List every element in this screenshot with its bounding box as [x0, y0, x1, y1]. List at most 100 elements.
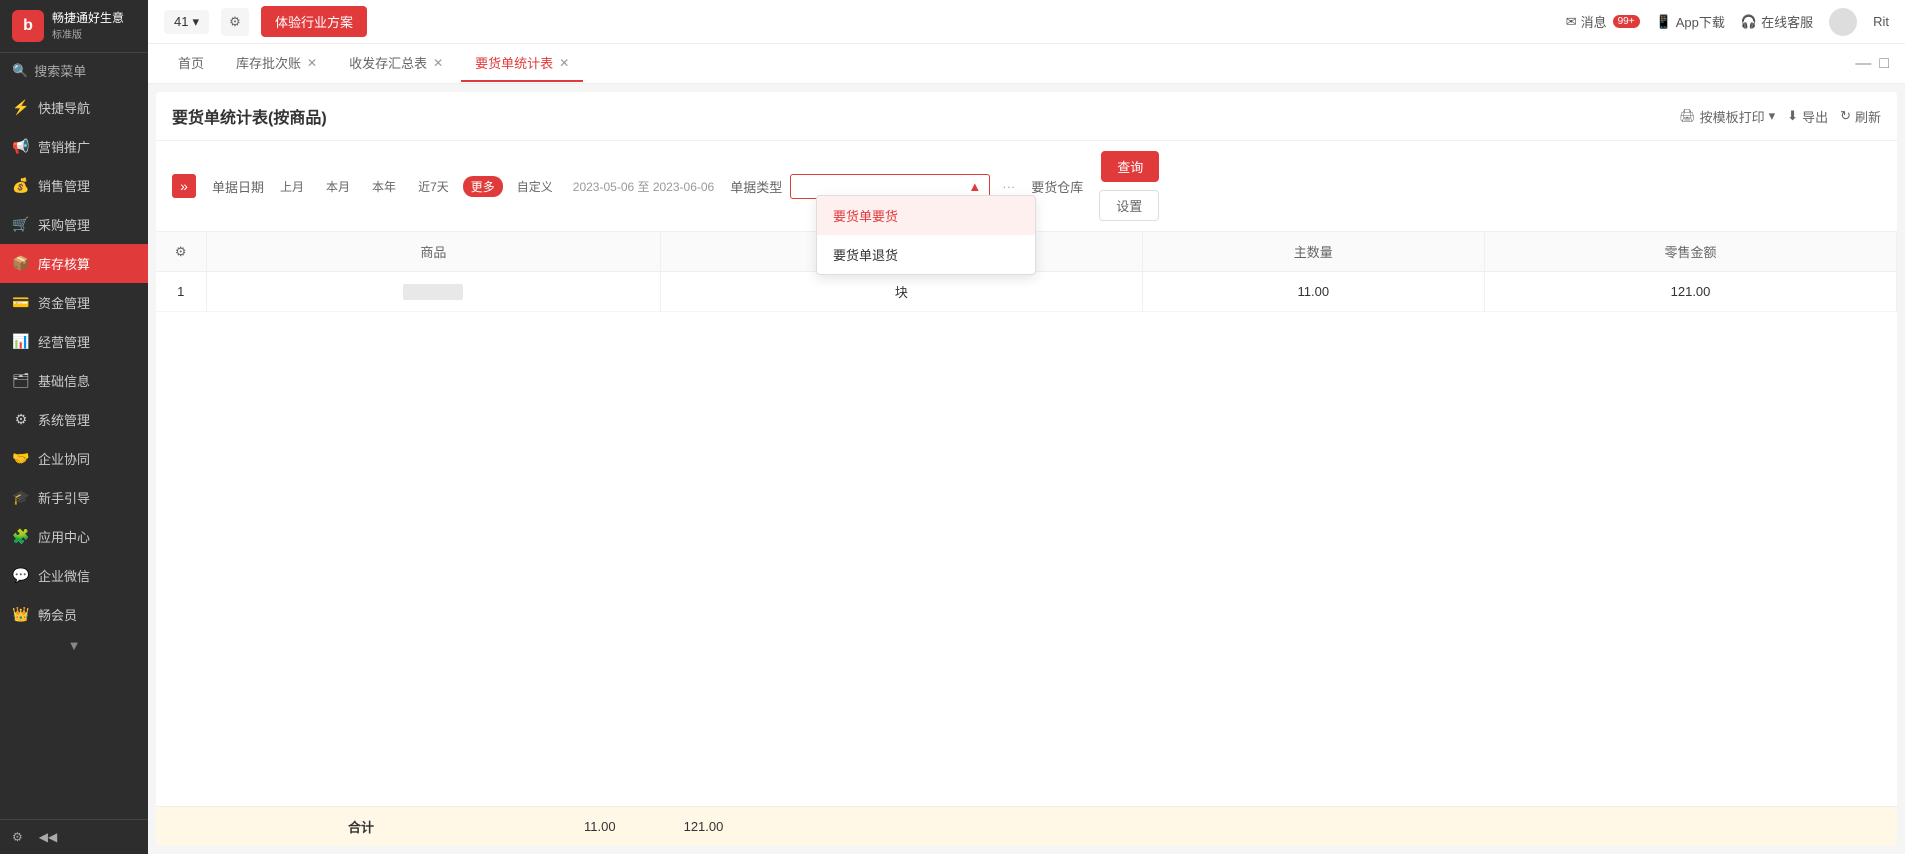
- app-download-item[interactable]: 📱 App下载: [1656, 12, 1725, 31]
- filter-expand-button[interactable]: »: [172, 174, 196, 198]
- system-icon: ⚙: [12, 411, 30, 428]
- warehouse-filter-label: 要货仓库: [1031, 177, 1083, 196]
- sidebar-logo: b 畅捷通好生意 标准版: [0, 0, 148, 53]
- basic-label: 基础信息: [38, 371, 90, 390]
- date-filter-group: 单据日期 上月 本月 本年 近7天 更多 自定义 2023-05-06 至 20…: [212, 175, 714, 198]
- purchase-icon: 🛒: [12, 216, 30, 233]
- footer-retail-amt: 121.00: [684, 819, 724, 834]
- sidebar-item-member[interactable]: 👑 畅会员: [0, 595, 148, 634]
- dropdown-option-order[interactable]: 要货单要货: [817, 196, 1035, 235]
- dropdown-option-return[interactable]: 要货单退货: [817, 235, 1035, 274]
- topbar-right: ✉ 消息 99+ 📱 App下载 🎧 在线客服 Rit: [1566, 8, 1889, 36]
- window-maximize-icon[interactable]: □: [1879, 55, 1889, 73]
- tab-receivable-close[interactable]: ✕: [433, 56, 443, 70]
- finance-icon: 💳: [12, 294, 30, 311]
- query-button[interactable]: 查询: [1101, 151, 1159, 182]
- export-action[interactable]: ⬇ 导出: [1787, 107, 1828, 126]
- messages-icon: ✉: [1566, 14, 1577, 30]
- sidebar-item-system[interactable]: ⚙ 系统管理: [0, 400, 148, 439]
- export-label: 导出: [1802, 107, 1828, 126]
- purchase-label: 采购管理: [38, 215, 90, 234]
- preset-this-year[interactable]: 本年: [364, 175, 404, 198]
- date-presets: 上月 本月 本年 近7天 更多 自定义: [272, 175, 561, 198]
- column-header-product: 商品: [206, 232, 661, 272]
- date-range-display: 2023-05-06 至 2023-06-06: [573, 178, 714, 195]
- tab-home[interactable]: 首页: [164, 45, 218, 82]
- sidebar-item-guide[interactable]: 🎓 新手引导: [0, 478, 148, 517]
- type-dropdown-value: [799, 179, 803, 194]
- sales-icon: 💰: [12, 177, 30, 194]
- member-icon: 👑: [12, 606, 30, 623]
- user-avatar[interactable]: [1829, 8, 1857, 36]
- tab-receivable[interactable]: 收发存汇总表 ✕: [335, 45, 457, 82]
- preset-this-month[interactable]: 本月: [318, 175, 358, 198]
- window-minimize-icon[interactable]: —: [1855, 55, 1871, 73]
- expand-icon: »: [180, 178, 188, 194]
- topbar: 41 ▾ ⚙ 体验行业方案 ✉ 消息 99+ 📱 App下载 🎧 在线客服: [148, 0, 1905, 44]
- product-placeholder: [403, 284, 463, 300]
- tabs-window-actions: — □: [1855, 55, 1889, 73]
- guide-label: 新手引导: [38, 488, 90, 507]
- sidebar-item-wechat[interactable]: 💬 企业微信: [0, 556, 148, 595]
- sidebar-item-inventory[interactable]: 📦 库存核算: [0, 244, 148, 283]
- preset-last-7-days[interactable]: 近7天: [410, 175, 457, 198]
- table-footer: 合计 11.00 121.00: [156, 806, 1897, 846]
- app-logo-icon: b: [12, 10, 44, 42]
- tab-inventory-close[interactable]: ✕: [307, 56, 317, 70]
- brand-name: 畅捷通好生意: [52, 11, 124, 27]
- date-filter-label: 单据日期: [212, 177, 264, 196]
- enterprise-label: 企业协同: [38, 449, 90, 468]
- company-name: 41: [174, 14, 188, 29]
- preset-last-month[interactable]: 上月: [272, 175, 312, 198]
- online-service-item[interactable]: 🎧 在线客服: [1741, 12, 1813, 31]
- company-selector[interactable]: 41 ▾: [164, 10, 209, 34]
- type-filter-label: 单据类型: [730, 177, 782, 196]
- logo-text-block: 畅捷通好生意 标准版: [52, 11, 124, 42]
- preset-more[interactable]: 更多: [463, 176, 503, 197]
- tab-receivable-label: 收发存汇总表: [349, 53, 427, 72]
- tab-home-label: 首页: [178, 53, 204, 72]
- sidebar-settings-icon[interactable]: ⚙: [12, 830, 23, 844]
- operations-icon: 📊: [12, 333, 30, 350]
- sidebar-item-finance[interactable]: 💳 资金管理: [0, 283, 148, 322]
- sidebar-item-appstore[interactable]: 🧩 应用中心: [0, 517, 148, 556]
- gear-icon: ⚙: [229, 14, 241, 30]
- headset-icon: 🎧: [1741, 14, 1757, 30]
- member-label: 畅会员: [38, 605, 77, 624]
- print-action[interactable]: 🖨 按模板打印 ▾: [1679, 107, 1775, 126]
- edition-label: 标准版: [52, 26, 124, 41]
- sidebar-scroll-down[interactable]: ▼: [0, 634, 148, 657]
- sidebar-item-purchase[interactable]: 🛒 采购管理: [0, 205, 148, 244]
- preset-custom[interactable]: 自定义: [509, 175, 561, 198]
- topbar-left: 41 ▾ ⚙ 体验行业方案: [164, 6, 367, 37]
- type-dropdown-popup: 要货单要货 要货单退货: [816, 195, 1036, 275]
- refresh-action[interactable]: ↻ 刷新: [1840, 107, 1881, 126]
- sidebar-collapse-icon[interactable]: ◀◀: [39, 830, 57, 844]
- sidebar-item-basic[interactable]: 🗂 基础信息: [0, 361, 148, 400]
- tab-inventory[interactable]: 库存批次账 ✕: [222, 45, 331, 82]
- tab-request[interactable]: 要货单统计表 ✕: [461, 45, 583, 82]
- sidebar-item-operations[interactable]: 📊 经营管理: [0, 322, 148, 361]
- column-header-retail-amt: 零售金额: [1485, 232, 1897, 272]
- row-seq: 1: [156, 272, 206, 312]
- trial-button[interactable]: 体验行业方案: [261, 6, 367, 37]
- topbar-gear-button[interactable]: ⚙: [221, 8, 249, 36]
- sidebar-item-search[interactable]: 🔍 搜索菜单: [0, 53, 148, 88]
- sidebar-bottom: ⚙ ◀◀: [0, 819, 148, 854]
- sidebar-item-sales[interactable]: 💰 销售管理: [0, 166, 148, 205]
- sidebar-item-shortcut[interactable]: ⚡ 快捷导航: [0, 88, 148, 127]
- sidebar-item-marketing[interactable]: 📢 营销推广: [0, 127, 148, 166]
- column-settings-icon[interactable]: ⚙: [175, 244, 187, 259]
- messages-item[interactable]: ✉ 消息 99+: [1566, 12, 1640, 31]
- row-main-qty: 11.00: [1142, 272, 1484, 312]
- tab-bar: 首页 库存批次账 ✕ 收发存汇总表 ✕ 要货单统计表 ✕ — □: [148, 44, 1905, 84]
- app-download-label: App下载: [1676, 12, 1725, 31]
- sidebar-item-enterprise[interactable]: 🤝 企业协同: [0, 439, 148, 478]
- filter-bar: » 单据日期 上月 本月 本年 近7天 更多 自定义 2023-05-06 至 …: [156, 141, 1897, 232]
- filter-more-button[interactable]: ···: [1002, 179, 1015, 194]
- online-service-label: 在线客服: [1761, 12, 1813, 31]
- settings-column-header[interactable]: ⚙: [156, 232, 206, 272]
- tab-request-close[interactable]: ✕: [559, 56, 569, 70]
- basic-icon: 🗂: [12, 372, 30, 389]
- filter-settings-button[interactable]: 设置: [1099, 190, 1159, 221]
